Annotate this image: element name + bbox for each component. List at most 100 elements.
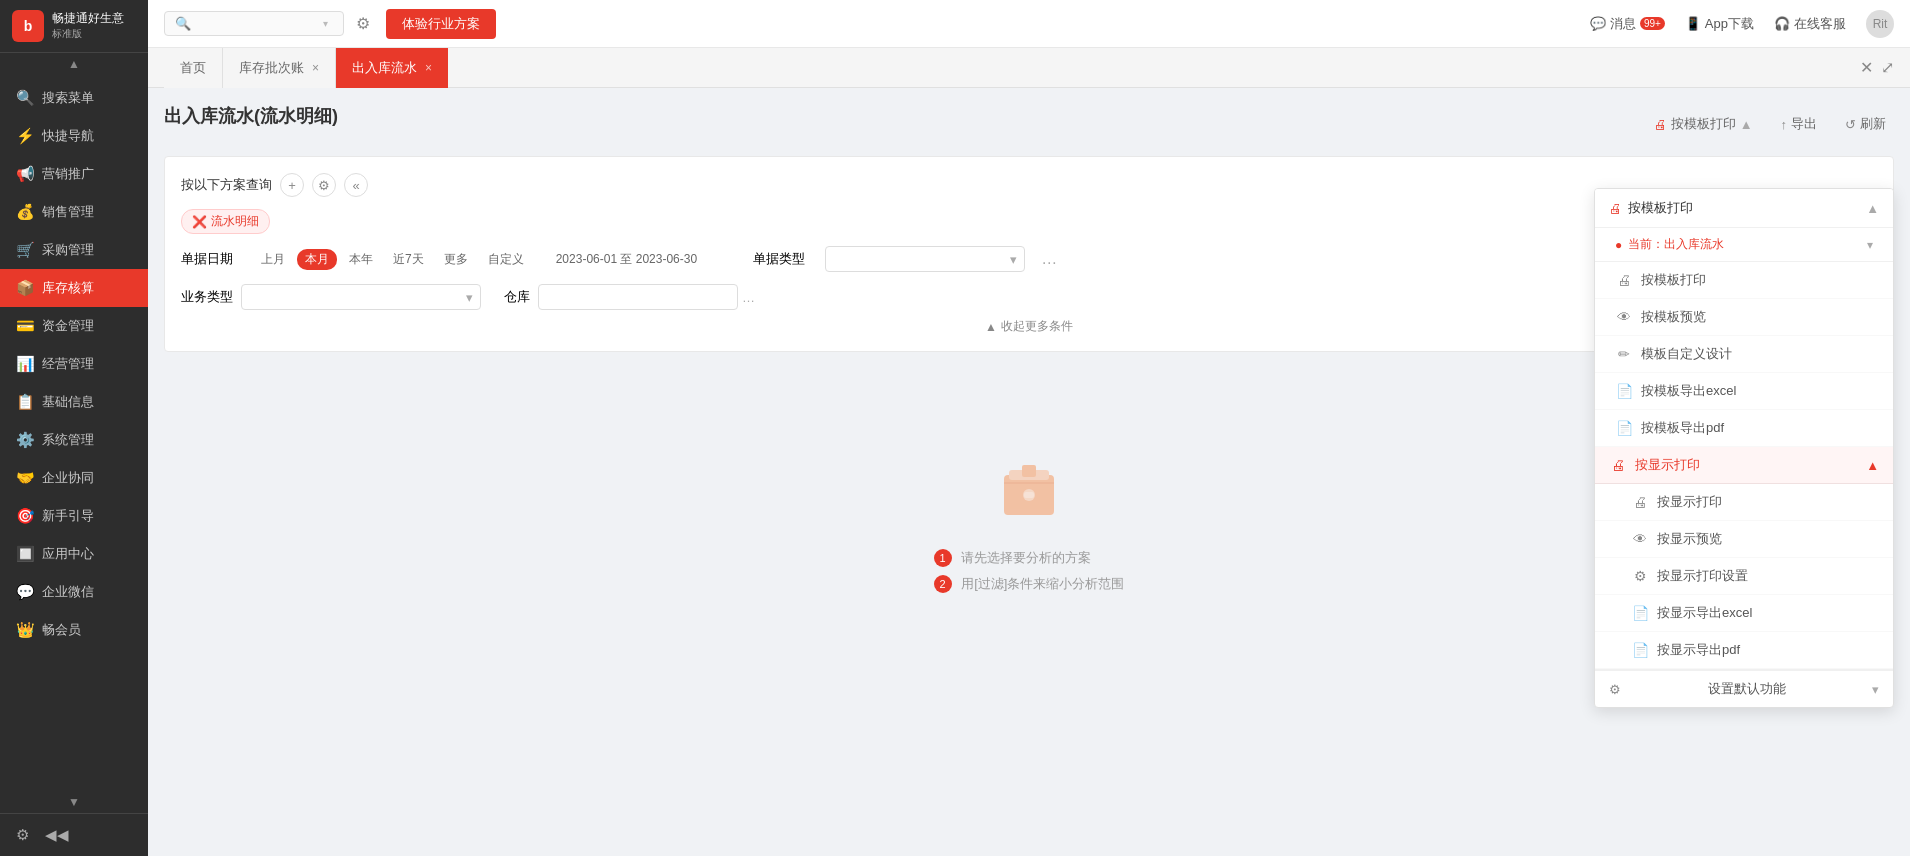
date-tab-custom[interactable]: 自定义	[480, 249, 532, 270]
tag-icon: ❌	[192, 215, 207, 229]
sidebar-collapse-icon[interactable]: ◀◀	[45, 826, 69, 844]
app-edition: 标准版	[52, 27, 124, 41]
type-select[interactable]	[825, 246, 1025, 272]
display-print-settings-label: 按显示打印设置	[1657, 567, 1748, 585]
tab-inventory-flow-label: 出入库流水	[352, 59, 417, 77]
business-type-select[interactable]	[241, 284, 481, 310]
type-field-label: 单据类型	[753, 250, 809, 268]
warehouse-input[interactable]	[538, 284, 738, 310]
svg-rect-2	[1022, 465, 1036, 477]
user-avatar[interactable]: Rit	[1866, 10, 1894, 38]
tab-inventory-batch[interactable]: 库存批次账 ×	[223, 48, 336, 88]
print-dropdown-arrow[interactable]: ▲	[1740, 117, 1753, 132]
dropdown-item-display-pdf[interactable]: 📄 按显示导出pdf	[1595, 632, 1893, 669]
sidebar-item-member[interactable]: 👑 畅会员	[0, 611, 148, 649]
dropdown-current-label: 当前：出入库流水	[1628, 236, 1724, 253]
sidebar-scroll-up[interactable]: ▲	[0, 53, 148, 75]
sidebar-item-quick-nav-label: 快捷导航	[42, 127, 94, 145]
dropdown-header[interactable]: 🖨 按模板打印 ▲	[1595, 189, 1893, 228]
date-tab-this-year[interactable]: 本年	[341, 249, 381, 270]
dropdown-item-template-excel[interactable]: 📄 按模板导出excel	[1595, 373, 1893, 410]
dropdown-footer-settings[interactable]: ⚙ 设置默认功能 ▾	[1595, 670, 1893, 707]
sidebar-item-purchase-label: 采购管理	[42, 241, 94, 259]
export-btn[interactable]: ↑ 导出	[1773, 111, 1826, 137]
sidebar-item-quick-nav[interactable]: ⚡ 快捷导航	[0, 117, 148, 155]
sidebar-item-sales[interactable]: 💰 销售管理	[0, 193, 148, 231]
topbar-search-input[interactable]	[197, 17, 317, 31]
filter-add-btn[interactable]: +	[280, 173, 304, 197]
display-pdf-label: 按显示导出pdf	[1657, 641, 1740, 659]
sidebar-item-marketing[interactable]: 📢 营销推广	[0, 155, 148, 193]
topbar-search-dropdown-icon[interactable]: ▾	[323, 18, 328, 29]
display-print-section-arrow[interactable]: ▲	[1866, 458, 1879, 473]
date-tab-more[interactable]: 更多	[436, 249, 476, 270]
sidebar-item-system-label: 系统管理	[42, 431, 94, 449]
tabbar-close-icon[interactable]: ✕	[1860, 58, 1873, 77]
sidebar-item-purchase[interactable]: 🛒 采购管理	[0, 231, 148, 269]
dropdown-item-display-print[interactable]: 🖨 按显示打印	[1595, 484, 1893, 521]
dropdown-section-display-print[interactable]: 🖨 按显示打印 ▲	[1595, 447, 1893, 484]
newbie-icon: 🎯	[16, 507, 34, 525]
messages-btn[interactable]: 💬 消息 99+	[1590, 15, 1665, 33]
empty-step-1: 1 请先选择要分析的方案	[934, 549, 1125, 567]
sidebar-scroll-down[interactable]: ▼	[0, 791, 148, 813]
type-more-icon[interactable]: …	[1041, 250, 1057, 268]
tab-home[interactable]: 首页	[164, 48, 223, 88]
dropdown-current-item: ● 当前：出入库流水 ▾	[1595, 228, 1893, 262]
sidebar-item-finance-label: 资金管理	[42, 317, 94, 335]
tab-inventory-flow-close[interactable]: ×	[425, 61, 432, 75]
current-dropdown-arrow[interactable]: ▾	[1867, 238, 1873, 252]
sidebar-item-system[interactable]: ⚙️ 系统管理	[0, 421, 148, 459]
dropdown-item-template-preview[interactable]: 👁 按模板预览	[1595, 299, 1893, 336]
dropdown-footer-label: 设置默认功能	[1708, 680, 1786, 698]
date-tab-last-month[interactable]: 上月	[253, 249, 293, 270]
dropdown-item-template-print[interactable]: 🖨 按模板打印	[1595, 262, 1893, 299]
dropdown-item-display-print-settings[interactable]: ⚙ 按显示打印设置	[1595, 558, 1893, 595]
trial-btn[interactable]: 体验行业方案	[386, 9, 496, 39]
display-preview-label: 按显示预览	[1657, 530, 1722, 548]
dropdown-item-display-excel[interactable]: 📄 按显示导出excel	[1595, 595, 1893, 632]
dropdown-title: 按模板打印	[1628, 199, 1693, 217]
online-service-btn[interactable]: 🎧 在线客服	[1774, 15, 1846, 33]
dropdown-item-display-preview[interactable]: 👁 按显示预览	[1595, 521, 1893, 558]
print-template-btn[interactable]: 🖨 按模板打印 ▲	[1646, 111, 1761, 137]
warehouse-more-icon[interactable]: …	[742, 290, 755, 305]
sidebar-item-appcenter-label: 应用中心	[42, 545, 94, 563]
sidebar-item-newbie[interactable]: 🎯 新手引导	[0, 497, 148, 535]
sidebar-settings-icon[interactable]: ⚙	[16, 826, 29, 844]
display-print-icon: 🖨	[1631, 494, 1649, 510]
filter-tag-item[interactable]: ❌ 流水明细	[181, 209, 270, 234]
dropdown-collapse-arrow[interactable]: ▲	[1866, 201, 1879, 216]
filter-collapse-btn[interactable]: «	[344, 173, 368, 197]
sidebar-item-cooperation[interactable]: 🤝 企业协同	[0, 459, 148, 497]
display-preview-icon: 👁	[1631, 531, 1649, 547]
tabbar-expand-icon[interactable]: ⤢	[1881, 58, 1894, 77]
date-tab-7days[interactable]: 近7天	[385, 249, 432, 270]
sidebar-item-search[interactable]: 🔍 搜索菜单	[0, 79, 148, 117]
sidebar-item-basic[interactable]: 📋 基础信息	[0, 383, 148, 421]
topbar-search[interactable]: 🔍 ▾	[164, 11, 344, 36]
footer-dropdown-arrow[interactable]: ▾	[1872, 682, 1879, 697]
app-download-btn[interactable]: 📱 App下载	[1685, 15, 1754, 33]
sidebar-item-finance[interactable]: 💳 资金管理	[0, 307, 148, 345]
dropdown-item-template-pdf[interactable]: 📄 按模板导出pdf	[1595, 410, 1893, 447]
filter-settings-btn[interactable]: ⚙	[312, 173, 336, 197]
topbar-gear-icon[interactable]: ⚙	[356, 14, 370, 33]
headset-icon: 🎧	[1774, 16, 1790, 31]
template-pdf-icon: 📄	[1615, 420, 1633, 436]
sidebar-item-appcenter[interactable]: 🔲 应用中心	[0, 535, 148, 573]
template-print-label: 按模板打印	[1641, 271, 1706, 289]
wechat-icon: 💬	[16, 583, 34, 601]
dropdown-item-template-custom[interactable]: ✏ 模板自定义设计	[1595, 336, 1893, 373]
tab-inventory-batch-close[interactable]: ×	[312, 61, 319, 75]
refresh-btn[interactable]: ↺ 刷新	[1837, 111, 1894, 137]
tab-inventory-flow[interactable]: 出入库流水 ×	[336, 48, 448, 88]
sidebar-item-wechat[interactable]: 💬 企业微信	[0, 573, 148, 611]
page-title: 出入库流水(流水明细)	[164, 104, 338, 128]
sidebar-item-operation[interactable]: 📊 经营管理	[0, 345, 148, 383]
sidebar-item-inventory[interactable]: 📦 库存核算	[0, 269, 148, 307]
date-tab-this-month[interactable]: 本月	[297, 249, 337, 270]
empty-illustration	[984, 440, 1074, 533]
sidebar-item-member-label: 畅会员	[42, 621, 81, 639]
template-print-icon: 🖨	[1615, 272, 1633, 288]
